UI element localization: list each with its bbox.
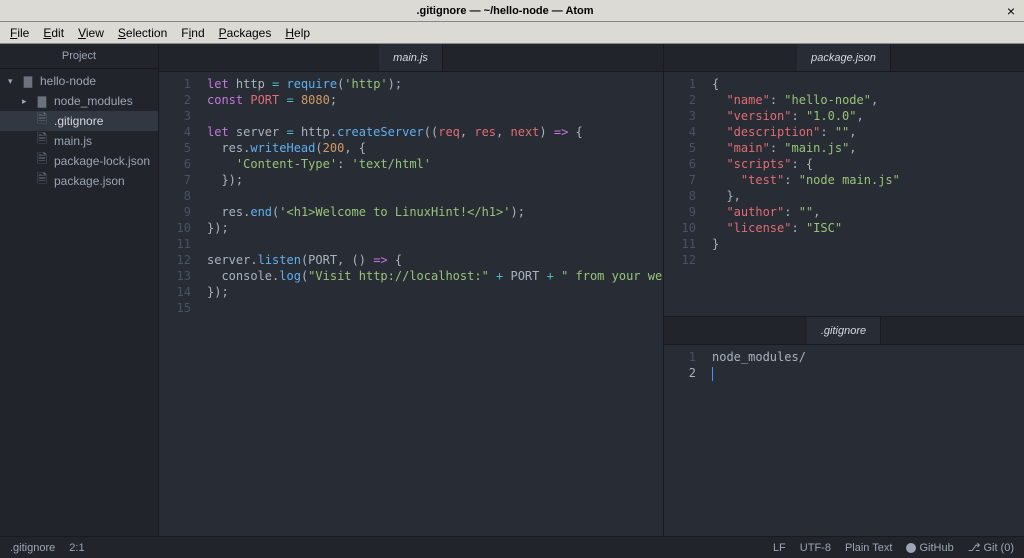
tab-gitignore[interactable]: .gitignore	[807, 317, 881, 344]
window-title: .gitignore — ~/hello-node — Atom	[6, 5, 1004, 17]
status-cursor-pos[interactable]: 2:1	[69, 542, 84, 554]
menu-file[interactable]: File	[4, 24, 35, 42]
tree-item-label: hello-node	[40, 74, 96, 88]
right-bottom-pane: .gitignore 12 node_modules/	[664, 317, 1024, 536]
project-header: Project	[0, 44, 158, 69]
project-sidebar: Project ▾ ▇ hello-node ▸ ▇ node_modules 🗎 .giti…	[0, 44, 158, 536]
editor-gitignore[interactable]: 12 node_modules/	[664, 345, 1024, 536]
file-icon: 🗎	[35, 174, 49, 188]
tree-item-label: package.json	[54, 174, 125, 188]
status-encoding[interactable]: UTF-8	[800, 542, 831, 554]
menu-view[interactable]: View	[72, 24, 110, 42]
right-top-pane: package.json 123456789101112 { "name": "…	[664, 44, 1024, 317]
status-github[interactable]: GitHub	[906, 542, 953, 554]
status-line-ending[interactable]: LF	[773, 542, 786, 554]
tree-item-label: main.js	[54, 134, 92, 148]
status-file[interactable]: .gitignore	[10, 542, 55, 554]
right-pane: package.json 123456789101112 { "name": "…	[663, 44, 1024, 536]
main-area: Project ▾ ▇ hello-node ▸ ▇ node_modules 🗎 .giti…	[0, 44, 1024, 536]
tabbar-right-bot: .gitignore	[664, 317, 1024, 345]
tree-item--gitignore[interactable]: 🗎 .gitignore	[0, 111, 158, 131]
menu-edit[interactable]: Edit	[37, 24, 70, 42]
tab-packagejson[interactable]: package.json	[797, 44, 891, 71]
statusbar: .gitignore 2:1 LF UTF-8 Plain Text GitHu…	[0, 536, 1024, 558]
editor-packagejson[interactable]: 123456789101112 { "name": "hello-node", …	[664, 72, 1024, 316]
chevron-icon: ▸	[22, 96, 30, 107]
tree-item-hello-node[interactable]: ▾ ▇ hello-node	[0, 71, 158, 91]
tabbar-right-top: package.json	[664, 44, 1024, 72]
tree-item-node_modules[interactable]: ▸ ▇ node_modules	[0, 91, 158, 111]
file-icon: 🗎	[35, 134, 49, 148]
editor-mainjs[interactable]: 123456789101112131415 let http = require…	[159, 72, 663, 536]
file-icon: 🗎	[35, 114, 49, 128]
editors: main.js 123456789101112131415 let http =…	[158, 44, 1024, 536]
tree-item-label: node_modules	[54, 94, 133, 108]
tree-item-label: package-lock.json	[54, 154, 150, 168]
menu-help[interactable]: Help	[279, 24, 316, 42]
menubar: File Edit View Selection Find Packages H…	[0, 22, 1024, 44]
tree-item-label: .gitignore	[54, 114, 103, 128]
menu-selection[interactable]: Selection	[112, 24, 173, 42]
status-grammar[interactable]: Plain Text	[845, 542, 893, 554]
tree-item-main-js[interactable]: 🗎 main.js	[0, 131, 158, 151]
folder-icon: ▇	[21, 74, 35, 88]
chevron-icon: ▾	[8, 76, 16, 87]
tree-item-package-json[interactable]: 🗎 package.json	[0, 171, 158, 191]
menu-find[interactable]: Find	[175, 24, 210, 42]
tab-mainjs[interactable]: main.js	[379, 44, 443, 71]
file-icon: 🗎	[35, 154, 49, 168]
folder-icon: ▇	[35, 94, 49, 108]
tabbar-left: main.js	[159, 44, 663, 72]
menu-packages[interactable]: Packages	[213, 24, 278, 42]
window-titlebar: .gitignore — ~/hello-node — Atom ×	[0, 0, 1024, 22]
file-tree: ▾ ▇ hello-node ▸ ▇ node_modules 🗎 .gitignore 🗎 ma…	[0, 69, 158, 536]
tree-item-package-lock-json[interactable]: 🗎 package-lock.json	[0, 151, 158, 171]
close-icon[interactable]: ×	[1004, 3, 1018, 19]
github-icon	[906, 543, 916, 553]
left-pane: main.js 123456789101112131415 let http =…	[158, 44, 663, 536]
status-git[interactable]: ⎇ Git (0)	[968, 541, 1014, 554]
